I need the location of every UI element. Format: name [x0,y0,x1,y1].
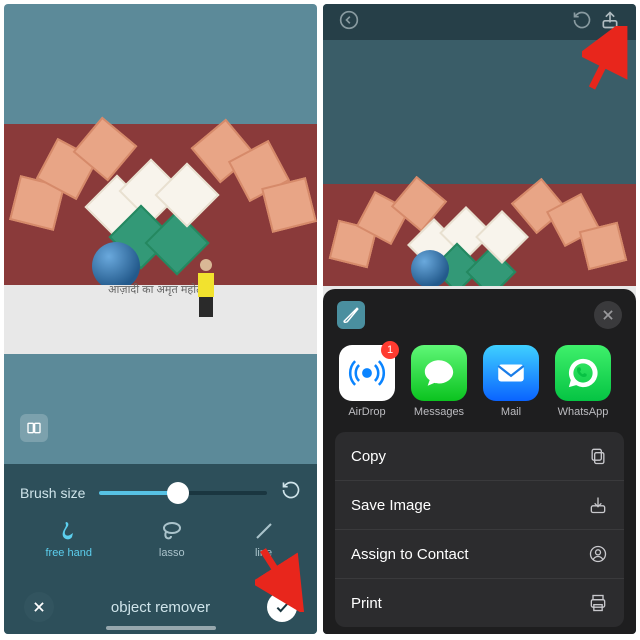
share-sheet: 1 AirDrop Messages Mail WhatsA [323,289,636,634]
brush-size-slider[interactable] [99,491,267,495]
app-label: AirDrop [348,406,385,418]
close-button[interactable] [594,301,622,329]
home-indicator [106,626,216,630]
app-icon [337,301,365,329]
action-list: Copy Save Image Assign to Contact Print [323,432,636,627]
share-app-mail[interactable]: Mail [483,345,539,418]
tool-label: line [255,547,272,559]
share-app-messages[interactable]: Messages [411,345,467,418]
brush-size-label: Brush size [20,485,85,501]
tool-label: lasso [159,547,185,559]
tool-freehand[interactable]: free hand [45,519,91,559]
action-assign-contact[interactable]: Assign to Contact [335,529,624,578]
app-label: Mail [501,406,521,418]
app-label: Messages [414,406,464,418]
action-label: Copy [351,448,386,465]
tool-line[interactable]: line [252,519,276,559]
mode-title: object remover [111,599,210,616]
share-screen: 1 AirDrop Messages Mail WhatsA [323,4,636,634]
compare-button[interactable] [20,414,48,442]
action-label: Print [351,595,382,612]
share-app-airdrop[interactable]: 1 AirDrop [339,345,395,418]
undo-icon[interactable] [568,6,596,39]
share-icon[interactable] [596,6,624,39]
action-print[interactable]: Print [335,578,624,627]
tool-label: free hand [45,547,91,559]
back-button[interactable] [335,6,363,39]
tool-lasso[interactable]: lasso [159,519,185,559]
editor-panel: Brush size free hand lasso line [4,464,317,634]
action-save-image[interactable]: Save Image [335,480,624,529]
undo-icon[interactable] [281,480,301,505]
top-bar [323,4,636,40]
action-label: Assign to Contact [351,546,469,563]
action-label: Save Image [351,497,431,514]
editor-screen: आज़ादी का अमृत महोत्सव Brush size free h… [4,4,317,634]
confirm-button[interactable] [267,592,297,622]
app-label: WhatsApp [558,406,609,418]
share-app-whatsapp[interactable]: WhatsApp [555,345,611,418]
action-copy[interactable]: Copy [335,432,624,480]
cancel-button[interactable] [24,592,54,622]
badge: 1 [381,341,399,359]
edited-photo: आज़ादी का अमृत महोत्सव [4,124,317,354]
